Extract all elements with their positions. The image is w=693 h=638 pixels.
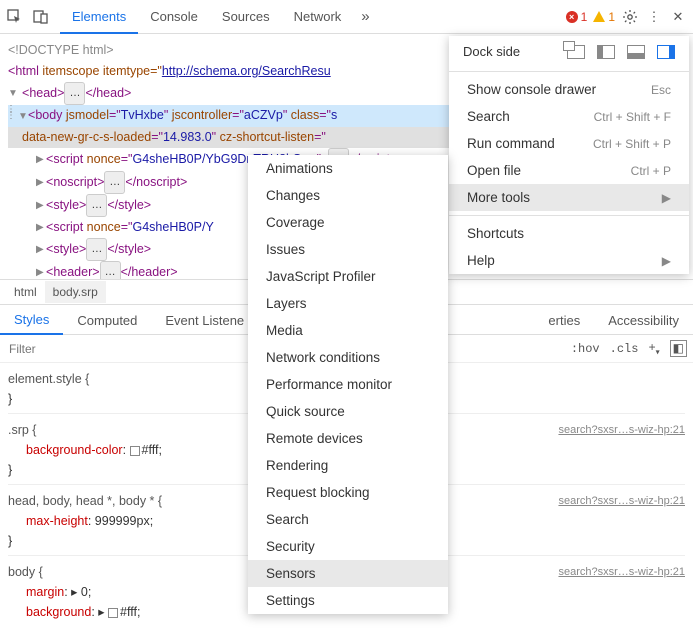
toolbar-right: × 1 1 ⋮ ✕	[566, 8, 687, 26]
dock-bottom-icon[interactable]	[627, 45, 645, 59]
submenu-item-performance-monitor[interactable]: Performance monitor	[248, 371, 448, 398]
submenu-item-search[interactable]: Search	[248, 506, 448, 533]
css-property[interactable]: background	[26, 605, 91, 619]
tabs-overflow-icon[interactable]: »	[353, 8, 377, 25]
rule-source-link[interactable]: search?sxsr…s-wiz-hp:21	[558, 491, 685, 511]
menu-item-search[interactable]: SearchCtrl + Shift + F	[449, 103, 689, 130]
submenu-item-remote-devices[interactable]: Remote devices	[248, 425, 448, 452]
menu-item-show-console-drawer[interactable]: Show console drawerEsc	[449, 76, 689, 103]
expand-button[interactable]: …	[100, 261, 121, 279]
toggle-sidebar-icon[interactable]: ◧	[670, 340, 687, 357]
submenu-item-rendering[interactable]: Rendering	[248, 452, 448, 479]
error-badge[interactable]: × 1	[566, 10, 588, 24]
submenu-item-javascript-profiler[interactable]: JavaScript Profiler	[248, 263, 448, 290]
kebab-menu-icon[interactable]: ⋮	[645, 8, 663, 26]
expand-button[interactable]: …	[64, 82, 85, 105]
main-menu: Dock side Show console drawerEscSearchCt…	[449, 36, 689, 274]
rule-selector[interactable]: body {	[8, 565, 43, 579]
chevron-right-icon: ▶	[662, 191, 671, 205]
css-property[interactable]: background-color	[26, 443, 123, 457]
menu-item-run-command[interactable]: Run commandCtrl + Shift + P	[449, 130, 689, 157]
dock-undock-icon[interactable]	[567, 45, 585, 59]
dock-left-icon[interactable]	[597, 45, 615, 59]
subtab-properties[interactable]: erties	[534, 307, 594, 334]
color-swatch[interactable]	[108, 608, 118, 618]
rule-source-link[interactable]: search?sxsr…s-wiz-hp:21	[558, 420, 685, 440]
submenu-item-coverage[interactable]: Coverage	[248, 209, 448, 236]
submenu-item-changes[interactable]: Changes	[248, 182, 448, 209]
expand-button[interactable]: …	[104, 171, 125, 194]
submenu-item-network-conditions[interactable]: Network conditions	[248, 344, 448, 371]
toolbar-left	[6, 8, 50, 26]
devtools-toolbar: Elements Console Sources Network » × 1 1…	[0, 0, 693, 34]
close-icon[interactable]: ✕	[669, 8, 687, 26]
submenu-item-request-blocking[interactable]: Request blocking	[248, 479, 448, 506]
menu-item-shortcuts[interactable]: Shortcuts	[449, 220, 689, 247]
tab-sources[interactable]: Sources	[210, 1, 282, 32]
rule-selector[interactable]: element.style {	[8, 372, 89, 386]
css-property[interactable]: margin	[26, 585, 64, 599]
subtab-event-listeners[interactable]: Event Listene	[151, 307, 258, 334]
dock-right-icon[interactable]	[657, 45, 675, 59]
device-toggle-icon[interactable]	[32, 8, 50, 26]
submenu-item-quick-source[interactable]: Quick source	[248, 398, 448, 425]
tab-console[interactable]: Console	[138, 1, 210, 32]
warning-badge[interactable]: 1	[593, 10, 615, 24]
expand-button[interactable]: …	[86, 238, 107, 261]
menu-item-open-file[interactable]: Open fileCtrl + P	[449, 157, 689, 184]
submenu-item-security[interactable]: Security	[248, 533, 448, 560]
color-swatch[interactable]	[130, 446, 140, 456]
submenu-item-media[interactable]: Media	[248, 317, 448, 344]
cls-toggle[interactable]: .cls	[610, 342, 639, 356]
more-tools-submenu: AnimationsChangesCoverageIssuesJavaScrip…	[248, 155, 448, 614]
doctype: <!DOCTYPE html>	[8, 40, 114, 61]
tab-elements[interactable]: Elements	[60, 1, 138, 34]
rule-source-link[interactable]: search?sxsr…s-wiz-hp:21	[558, 562, 685, 582]
error-icon: ×	[566, 11, 578, 23]
crumb-body[interactable]: body.srp	[45, 281, 106, 303]
subtab-accessibility[interactable]: Accessibility	[594, 307, 693, 334]
hov-toggle[interactable]: :hov	[571, 342, 600, 356]
new-rule-icon[interactable]: +▾	[648, 341, 659, 356]
rule-selector[interactable]: .srp {	[8, 423, 37, 437]
submenu-item-sensors[interactable]: Sensors	[248, 560, 448, 587]
error-count: 1	[581, 10, 588, 24]
subtab-computed[interactable]: Computed	[63, 307, 151, 334]
rule-selector[interactable]: head, body, head *, body * {	[8, 494, 162, 508]
chevron-right-icon: ▶	[662, 254, 671, 268]
submenu-item-issues[interactable]: Issues	[248, 236, 448, 263]
warning-icon	[593, 11, 605, 22]
tab-network[interactable]: Network	[282, 1, 354, 32]
subtab-styles[interactable]: Styles	[0, 306, 63, 335]
inspect-icon[interactable]	[6, 8, 24, 26]
submenu-item-animations[interactable]: Animations	[248, 155, 448, 182]
crumb-html[interactable]: html	[6, 281, 45, 303]
submenu-item-settings[interactable]: Settings	[248, 587, 448, 614]
warning-count: 1	[608, 10, 615, 24]
panel-tabs: Elements Console Sources Network »	[60, 1, 378, 33]
submenu-item-layers[interactable]: Layers	[248, 290, 448, 317]
css-property[interactable]: max-height	[26, 514, 88, 528]
menu-item-help[interactable]: Help▶	[449, 247, 689, 274]
menu-item-more-tools[interactable]: More tools▶	[449, 184, 689, 211]
dock-side-label: Dock side	[463, 44, 520, 59]
expand-button[interactable]: …	[86, 194, 107, 217]
gear-icon[interactable]	[621, 8, 639, 26]
